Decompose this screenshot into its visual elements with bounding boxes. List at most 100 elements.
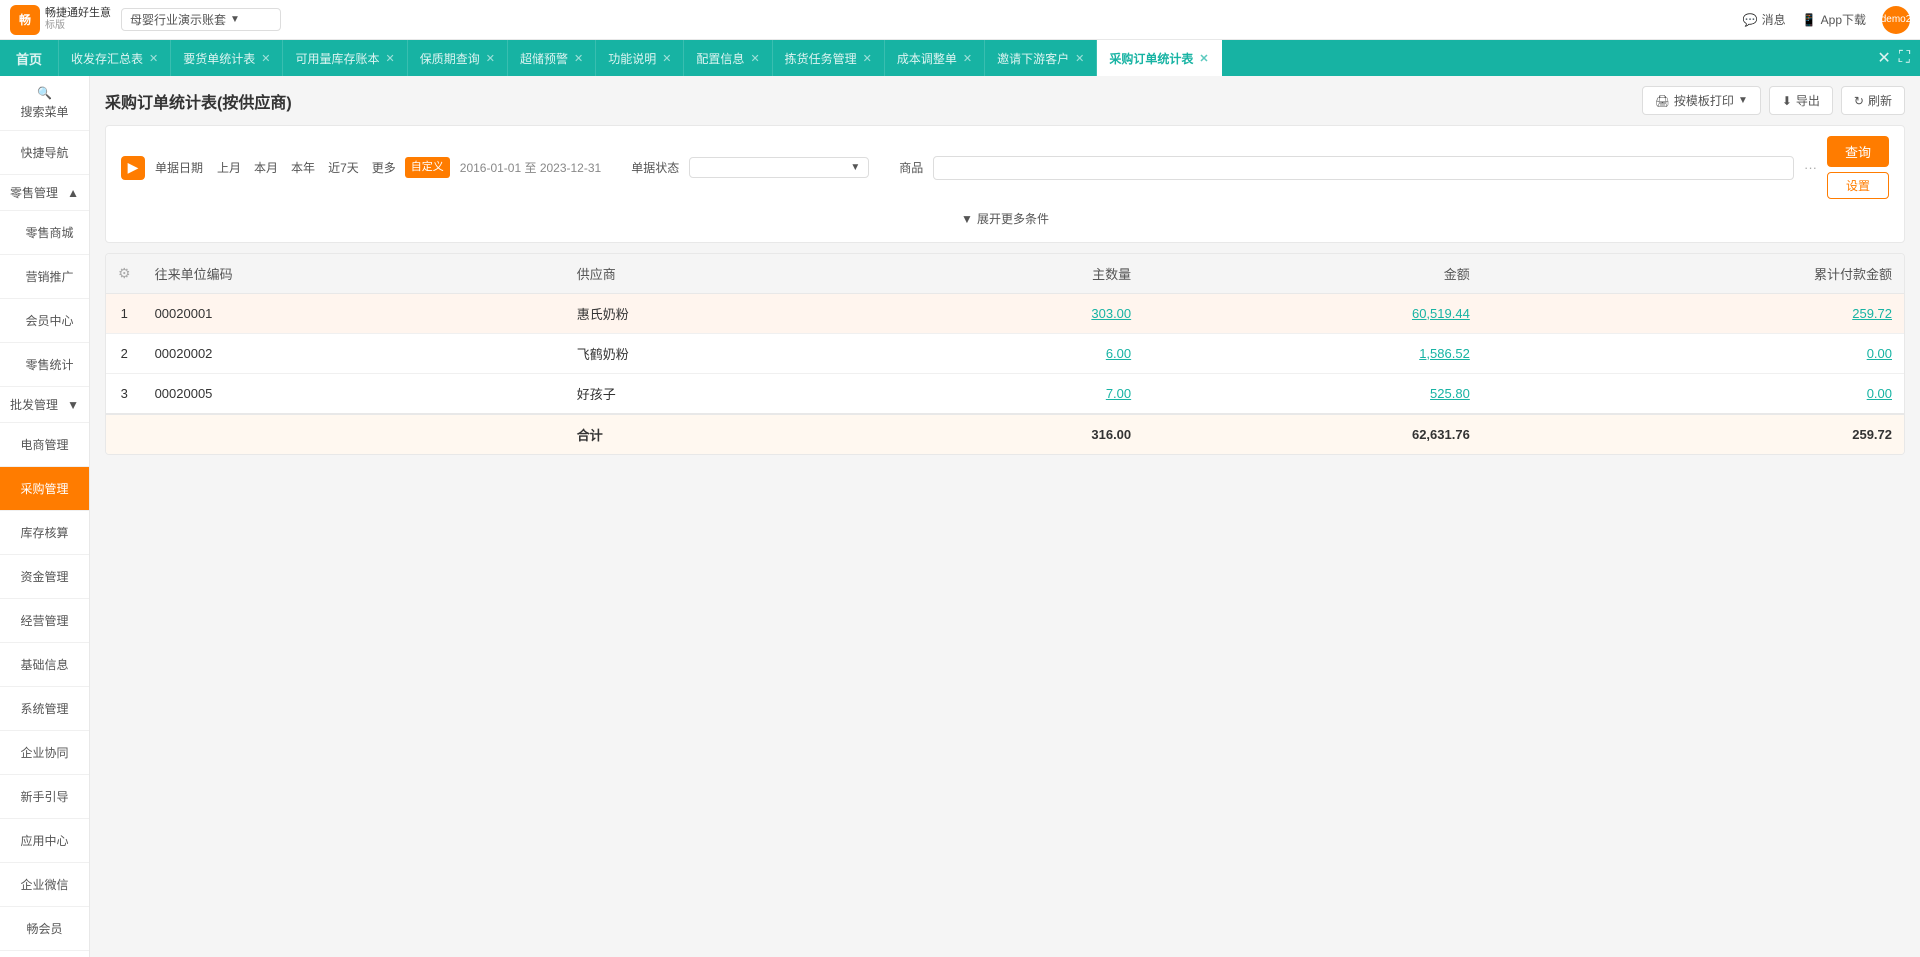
- row-amount: 525.80: [1143, 374, 1482, 415]
- sidebar-item-basic-info[interactable]: 基础信息: [0, 643, 89, 687]
- sidebar-item-enterprise-wechat[interactable]: 企业微信: [0, 863, 89, 907]
- tab-purchase-summary[interactable]: 采购订单统计表 ✕: [1097, 40, 1221, 76]
- tab-order-summary[interactable]: 要货单统计表 ✕: [171, 40, 283, 76]
- logo-area: 畅 畅捷通好生意 标版: [10, 5, 111, 35]
- sidebar-item-search[interactable]: 🔍 搜索菜单: [0, 76, 89, 131]
- chevron-down-icon: ▼: [850, 162, 860, 173]
- close-icon[interactable]: ✕: [149, 52, 158, 65]
- message-button[interactable]: 💬 消息: [1743, 11, 1786, 28]
- row-paid: 259.72: [1482, 294, 1904, 334]
- sidebar-item-ecommerce[interactable]: 电商管理: [0, 423, 89, 467]
- sidebar-item-new-guide[interactable]: 新手引导: [0, 775, 89, 819]
- tab-overstock-alert[interactable]: 超储预警 ✕: [508, 40, 596, 76]
- col-amount: 金额: [1143, 254, 1482, 294]
- shortcut-this-year[interactable]: 本年: [287, 157, 319, 178]
- close-icon[interactable]: ✕: [261, 52, 270, 65]
- table-row[interactable]: 2 00020002 飞鹤奶粉 6.00 1,586.52 0.00: [106, 334, 1904, 374]
- close-icon[interactable]: ✕: [963, 52, 972, 65]
- expand-conditions-button[interactable]: ▼ 展开更多条件: [951, 205, 1059, 232]
- more-filter-icon[interactable]: ···: [1804, 160, 1817, 175]
- goods-filter-input[interactable]: [933, 156, 1794, 180]
- maximize-button[interactable]: ⛶: [1899, 49, 1910, 67]
- table-row[interactable]: 3 00020005 好孩子 7.00 525.80 0.00: [106, 374, 1904, 415]
- tab-home[interactable]: 首页: [0, 40, 59, 76]
- page-actions: 🖨 按模板打印 ▼ ⬇ 导出 ↻ 刷新: [1642, 86, 1905, 115]
- sidebar-item-vip[interactable]: 畅会员: [0, 907, 89, 951]
- sidebar-item-retail-store[interactable]: 零售商城: [0, 211, 89, 255]
- sidebar: 🔍 搜索菜单 快捷导航 零售管理 ▲ 零售商城 营销推广 会员中心 零售统计 批…: [0, 76, 90, 957]
- row-code: 00020001: [143, 294, 565, 334]
- close-icon[interactable]: ✕: [386, 52, 395, 65]
- sidebar-item-operations[interactable]: 经营管理: [0, 599, 89, 643]
- query-button[interactable]: 查询: [1827, 136, 1889, 167]
- tab-expiry-query[interactable]: 保质期查询 ✕: [408, 40, 508, 76]
- close-icon[interactable]: ✕: [662, 52, 671, 65]
- tab-func-desc[interactable]: 功能说明 ✕: [596, 40, 684, 76]
- print-button[interactable]: 🖨 按模板打印 ▼: [1642, 86, 1761, 115]
- close-icon[interactable]: ✕: [574, 52, 583, 65]
- row-qty: 6.00: [879, 334, 1143, 374]
- download-icon: 📱: [1802, 13, 1817, 27]
- sidebar-item-system[interactable]: 系统管理: [0, 687, 89, 731]
- goods-filter-label: 商品: [899, 159, 923, 176]
- tab-bar-end: ✕ ⛶: [1867, 48, 1920, 68]
- row-number: 2: [106, 334, 143, 374]
- sidebar-item-retail[interactable]: 零售管理 ▲: [0, 175, 89, 211]
- close-icon[interactable]: ✕: [486, 52, 495, 65]
- store-selector[interactable]: 母婴行业演示账套 ▼: [121, 8, 281, 31]
- page-title: 采购订单统计表(按供应商): [105, 89, 292, 113]
- row-supplier: 好孩子: [565, 374, 880, 415]
- tab-config-info[interactable]: 配置信息 ✕: [684, 40, 772, 76]
- sidebar-item-cooperation[interactable]: 企业协同: [0, 731, 89, 775]
- col-paid: 累计付款金额: [1482, 254, 1904, 294]
- table-footer-row: 合计 316.00 62,631.76 259.72: [106, 414, 1904, 454]
- app-download-button[interactable]: 📱 App下载: [1802, 11, 1866, 28]
- tab-income-summary[interactable]: 收发存汇总表 ✕: [59, 40, 171, 76]
- filter-toggle-button[interactable]: ▶: [121, 156, 145, 180]
- tab-cost-adjust[interactable]: 成本调整单 ✕: [885, 40, 985, 76]
- tab-available-stock[interactable]: 可用量库存账本 ✕: [283, 40, 407, 76]
- row-qty: 7.00: [879, 374, 1143, 415]
- gear-icon[interactable]: ⚙: [118, 265, 131, 281]
- tab-bar: 首页 收发存汇总表 ✕ 要货单统计表 ✕ 可用量库存账本 ✕ 保质期查询 ✕ 超…: [0, 40, 1920, 76]
- export-button[interactable]: ⬇ 导出: [1769, 86, 1833, 115]
- tab-invite-downstream[interactable]: 邀请下游客户 ✕: [985, 40, 1097, 76]
- avatar[interactable]: demo2: [1882, 6, 1910, 34]
- sidebar-item-member-center[interactable]: 会员中心: [0, 299, 89, 343]
- custom-badge: 自定义: [405, 157, 450, 178]
- sidebar-item-inventory[interactable]: 库存核算: [0, 511, 89, 555]
- sidebar-item-app-center[interactable]: 应用中心: [0, 819, 89, 863]
- shortcut-7days[interactable]: 近7天: [324, 157, 363, 178]
- close-icon[interactable]: ✕: [1075, 52, 1084, 65]
- refresh-icon: ↻: [1854, 94, 1864, 108]
- chevron-down-icon: ▼: [1738, 95, 1748, 106]
- footer-label: 合计: [565, 414, 880, 454]
- date-filter-label: 单据日期: [155, 159, 203, 176]
- logo-text: 畅捷通好生意 标版: [45, 7, 111, 32]
- sidebar-item-quick-nav[interactable]: 快捷导航: [0, 131, 89, 175]
- table-row[interactable]: 1 00020001 惠氏奶粉 303.00 60,519.44 259.72: [106, 294, 1904, 334]
- close-icon[interactable]: ✕: [863, 52, 872, 65]
- close-icon[interactable]: ✕: [750, 52, 759, 65]
- row-number: 3: [106, 374, 143, 415]
- top-bar: 畅 畅捷通好生意 标版 母婴行业演示账套 ▼ 💬 消息 📱 App下载 demo…: [0, 0, 1920, 40]
- tab-pickup-task[interactable]: 拣货任务管理 ✕: [773, 40, 885, 76]
- export-icon: ⬇: [1782, 94, 1792, 108]
- sidebar-item-marketing[interactable]: 营销推广: [0, 255, 89, 299]
- sidebar-item-retail-stat[interactable]: 零售统计: [0, 343, 89, 387]
- content-area: 采购订单统计表(按供应商) 🖨 按模板打印 ▼ ⬇ 导出 ↻ 刷新: [90, 76, 1920, 957]
- status-filter-select[interactable]: ▼: [689, 157, 869, 178]
- shortcut-this-month[interactable]: 本月: [250, 157, 282, 178]
- close-tab-button[interactable]: ✕: [1877, 48, 1890, 68]
- sidebar-item-purchase[interactable]: 采购管理: [0, 467, 89, 511]
- shortcut-last-month[interactable]: 上月: [213, 157, 245, 178]
- row-code: 00020002: [143, 334, 565, 374]
- refresh-button[interactable]: ↻ 刷新: [1841, 86, 1905, 115]
- close-icon[interactable]: ✕: [1199, 52, 1208, 65]
- shortcut-more[interactable]: 更多: [368, 157, 400, 178]
- sidebar-item-wholesale[interactable]: 批发管理 ▼: [0, 387, 89, 423]
- sidebar-item-finance[interactable]: 资金管理: [0, 555, 89, 599]
- page-header: 采购订单统计表(按供应商) 🖨 按模板打印 ▼ ⬇ 导出 ↻ 刷新: [105, 86, 1905, 115]
- chevron-right-icon: ▼: [67, 398, 79, 412]
- setting-button[interactable]: 设置: [1827, 172, 1889, 199]
